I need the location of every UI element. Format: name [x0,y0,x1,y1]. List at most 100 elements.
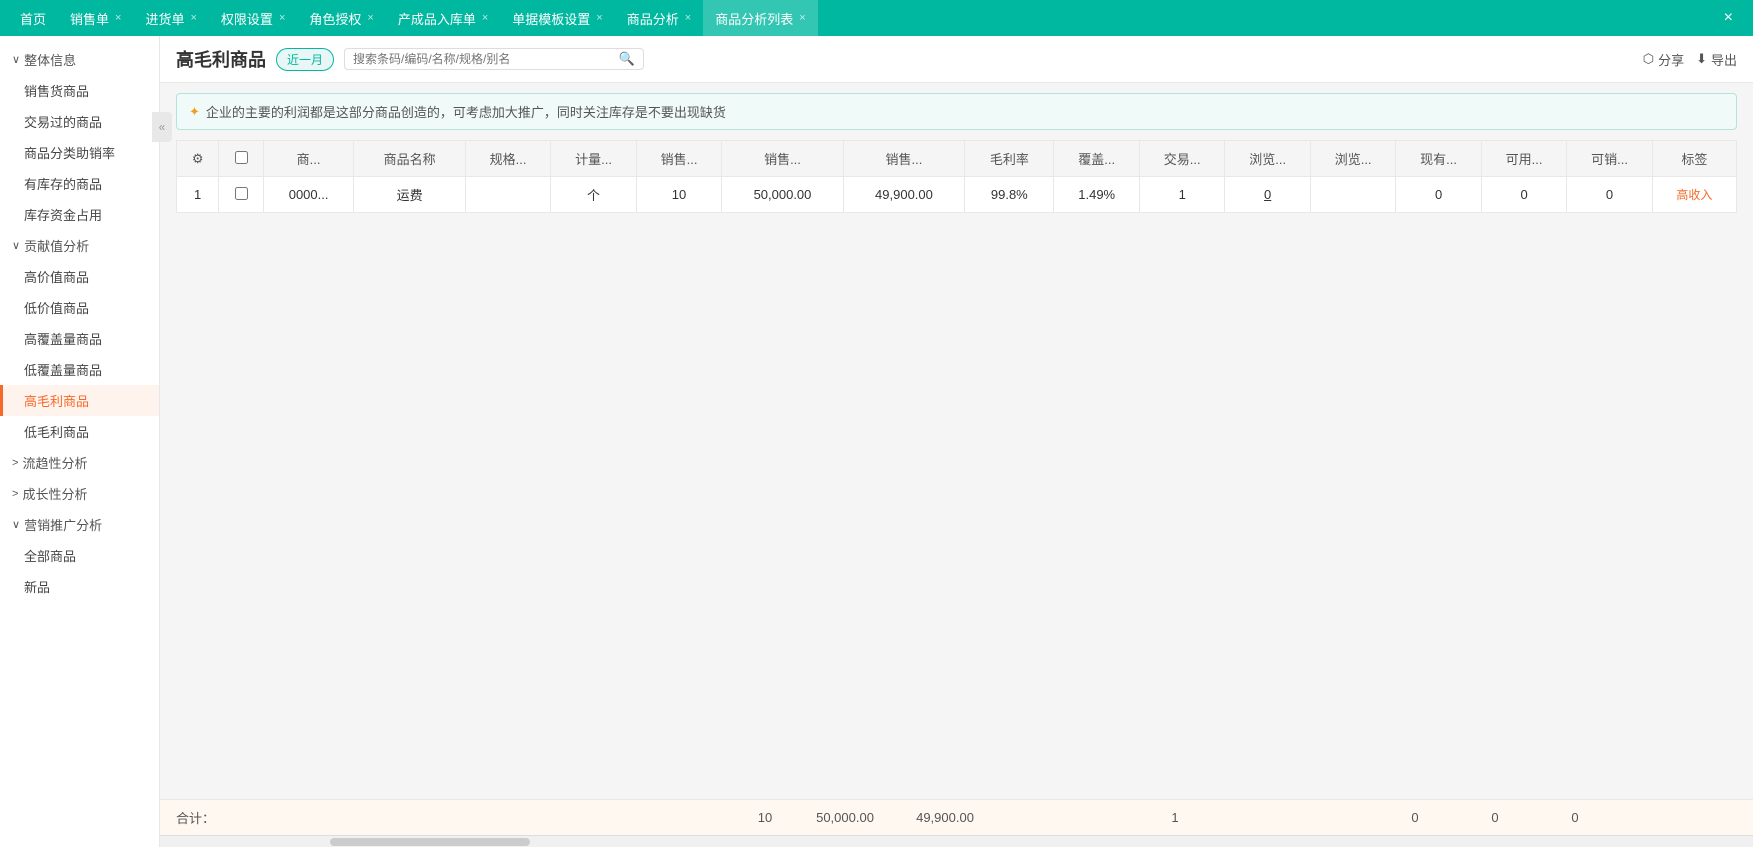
table-header-name: 商品名称 [354,141,466,177]
share-icon: ⬡ [1643,51,1654,67]
sidebar-group-title[interactable]: >成长性分析 [0,478,159,509]
nav-tab[interactable]: 产成品入库单× [386,0,500,36]
row-code: 0000... [263,177,353,213]
sidebar-item[interactable]: 低覆盖量商品 [0,354,159,385]
sidebar-group-arrow: ∨ [12,239,20,252]
tab-close-button[interactable]: × [685,12,691,24]
footer-sales-amount: 50,000.00 [795,810,895,825]
tab-close-button[interactable]: × [115,12,121,24]
sidebar-collapse-button[interactable]: « [152,112,172,142]
export-icon: ⬇ [1696,51,1707,67]
sidebar-group-title[interactable]: >流趋性分析 [0,447,159,478]
table-header-transaction: 交易... [1139,141,1224,177]
table-header-checkbox[interactable] [219,141,264,177]
table-header-coverage: 覆盖... [1054,141,1140,177]
sidebar-item[interactable]: 交易过的商品 [0,106,159,137]
nav-tab[interactable]: 商品分析× [615,0,703,36]
sidebar-item[interactable]: 高覆盖量商品 [0,323,159,354]
info-banner: ✦ 企业的主要的利润都是这部分商品创造的，可考虑加大推广，同时关注库存是不要出现… [176,93,1737,130]
tab-close-button[interactable]: × [190,12,196,24]
table-header-browse2: 浏览... [1310,141,1395,177]
row-tag: 高收入 [1652,177,1736,213]
row-gross-margin: 99.8% [965,177,1054,213]
table-header-code: 商... [263,141,353,177]
row-current-stock: 0 [1396,177,1481,213]
sidebar-group-title[interactable]: ∨整体信息 [0,44,159,75]
nav-tab[interactable]: 权限设置× [209,0,297,36]
sidebar-group-arrow: > [12,457,18,469]
footer-sales-cost: 49,900.00 [895,810,995,825]
search-box: 🔍 [344,48,644,70]
sidebar-group-arrow: > [12,488,18,500]
row-select-checkbox[interactable] [235,187,248,200]
search-icon[interactable]: 🔍 [619,51,635,67]
sidebar: ∨整体信息销售货商品交易过的商品商品分类助销率有库存的商品库存资金占用∨贡献值分… [0,36,160,847]
nav-tab[interactable]: 单据模板设置× [500,0,614,36]
sidebar-item[interactable]: 商品分类助销率 [0,137,159,168]
table-header-current_stock: 现有... [1396,141,1481,177]
filter-period-button[interactable]: 近一月 [276,48,334,71]
row-browse1[interactable]: 0 [1225,177,1310,213]
sidebar-item[interactable]: 高价值商品 [0,261,159,292]
share-button[interactable]: ⬡ 分享 [1643,50,1684,69]
sidebar-group-title[interactable]: ∨营销推广分析 [0,509,159,540]
tab-close-button[interactable]: × [279,12,285,24]
sidebar-item[interactable]: 库存资金占用 [0,199,159,230]
row-available: 0 [1481,177,1566,213]
sidebar-item[interactable]: 有库存的商品 [0,168,159,199]
tag-label: 高收入 [1676,188,1712,202]
sidebar-item[interactable]: 全部商品 [0,540,159,571]
sidebar-item[interactable]: 低毛利商品 [0,416,159,447]
row-name: 运费 [354,177,466,213]
table-header-available: 可用... [1481,141,1566,177]
row-browse2 [1310,177,1395,213]
sidebar-item[interactable]: 低价值商品 [0,292,159,323]
sidebar-item[interactable]: 新品 [0,571,159,602]
table-header-settings[interactable]: ⚙ [177,141,219,177]
table-header-sellable: 可销... [1567,141,1652,177]
export-button[interactable]: ⬇ 导出 [1696,50,1737,69]
info-icon: ✦ [189,104,200,120]
table-header-sales_qty: 销售... [636,141,721,177]
browse-link[interactable]: 0 [1264,187,1271,202]
data-table: ⚙商...商品名称规格...计量...销售...销售...销售...毛利率覆盖.… [176,140,1737,213]
header-actions: ⬡ 分享 ⬇ 导出 [1643,50,1737,69]
top-navigation: 首页销售单×进货单×权限设置×角色授权×产成品入库单×单据模板设置×商品分析×商… [0,0,1753,36]
search-input[interactable] [353,52,615,66]
table-header-spec: 规格... [465,141,550,177]
sidebar-item[interactable]: 高毛利商品 [0,385,159,416]
tab-close-button[interactable]: × [482,12,488,24]
content-header: 高毛利商品 近一月 🔍 ⬡ 分享 ⬇ 导出 [160,36,1753,83]
footer-sales-qty: 10 [735,810,795,825]
tab-close-button[interactable]: × [596,12,602,24]
row-unit: 个 [551,177,636,213]
sidebar-group-title[interactable]: ∨贡献值分析 [0,230,159,261]
sidebar-group-arrow: ∨ [12,53,20,66]
row-coverage: 1.49% [1054,177,1140,213]
table-header-sales_cost: 销售... [843,141,964,177]
table-header-sales_amount: 销售... [722,141,843,177]
nav-tab[interactable]: 销售单× [58,0,133,36]
scrollbar-thumb[interactable] [330,838,530,846]
close-window-button[interactable]: × [1712,9,1745,27]
info-text: 企业的主要的利润都是这部分商品创造的，可考虑加大推广，同时关注库存是不要出现缺货 [206,102,726,121]
select-all-checkbox[interactable] [235,151,248,164]
tab-close-button[interactable]: × [799,12,805,24]
row-sales-cost: 49,900.00 [843,177,964,213]
nav-tab[interactable]: 商品分析列表× [703,0,817,36]
nav-tab[interactable]: 首页 [8,0,58,36]
tab-close-button[interactable]: × [367,12,373,24]
horizontal-scrollbar[interactable] [160,835,1753,847]
row-checkbox[interactable] [219,177,264,213]
footer-label: 合计： [176,808,215,827]
row-transaction: 1 [1139,177,1224,213]
table-header-browse1: 浏览... [1225,141,1310,177]
row-spec [465,177,550,213]
sidebar-item[interactable]: 销售货商品 [0,75,159,106]
footer-available: 0 [1455,810,1535,825]
page-title: 高毛利商品 [176,46,266,72]
settings-icon[interactable]: ⚙ [192,151,204,166]
row-sellable: 0 [1567,177,1652,213]
nav-tab[interactable]: 进货单× [133,0,208,36]
nav-tab[interactable]: 角色授权× [297,0,385,36]
